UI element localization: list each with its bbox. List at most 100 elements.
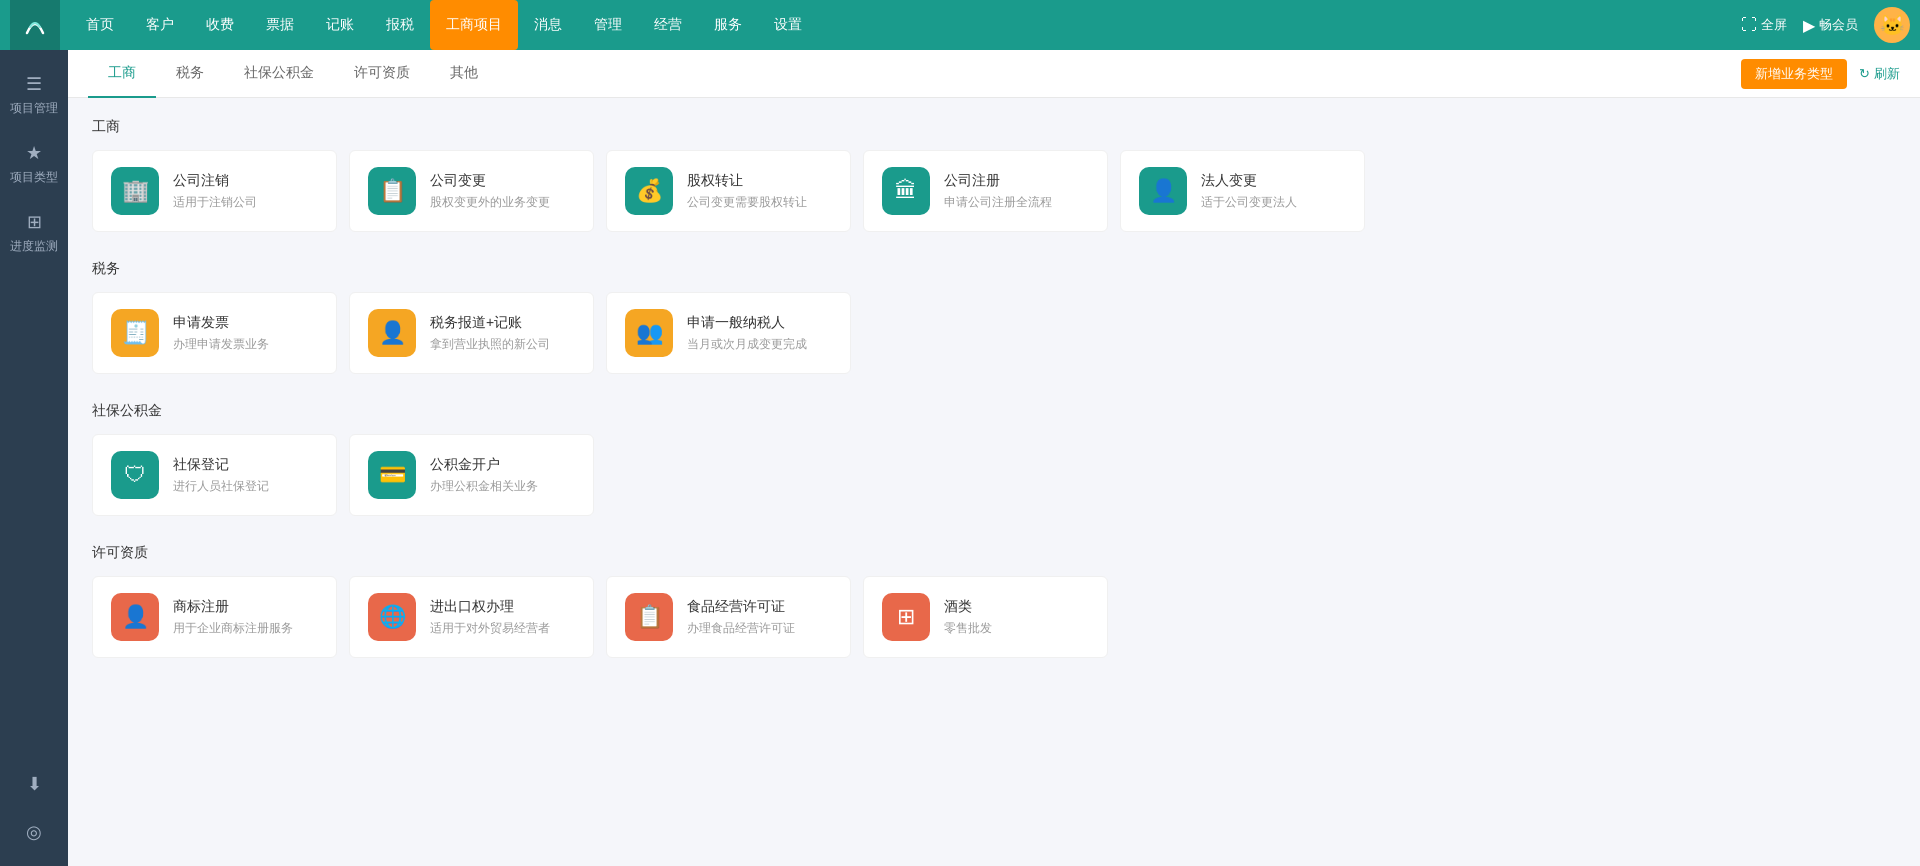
card-desc-2-1: 办理公积金相关业务 [430,478,575,495]
card-2-1[interactable]: 💳公积金开户办理公积金相关业务 [349,434,594,516]
cards-grid-3: 👤商标注册用于企业商标注册服务 🌐 进出口权办理适用于对外贸易经营者 📋 食品经营许可证… [92,576,1896,658]
card-desc-3-3: 零售批发 [944,620,1089,637]
fullscreen-label: 全屏 [1761,16,1787,34]
refresh-button[interactable]: ↻ 刷新 [1859,65,1900,83]
nav-item-工商项目[interactable]: 工商项目 [430,0,518,50]
main-layout: ☰ 项目管理 ★ 项目类型 ⊞ 进度监测 ⬇ ◎ 工商税务社保公积金许可资质其他… [0,50,1920,866]
card-3-0[interactable]: 👤商标注册用于企业商标注册服务 [92,576,337,658]
card-icon-0-0: 🏢 [111,167,159,215]
card-title-1-0: 申请发票 [173,314,318,332]
card-3-3[interactable]: ⊞酒类零售批发 [863,576,1108,658]
card-desc-3-2: 办理食品经营许可证 [687,620,832,637]
card-info-0-4: 法人变更适于公司变更法人 [1201,172,1346,211]
nav-item-服务[interactable]: 服务 [698,0,758,50]
nav-item-记账[interactable]: 记账 [310,0,370,50]
nav-item-管理[interactable]: 管理 [578,0,638,50]
card-0-4[interactable]: 👤 法人变更适于公司变更法人 [1120,150,1365,232]
card-0-2[interactable]: 💰 股权转让公司变更需要股权转让 [606,150,851,232]
card-info-0-3: 公司注册申请公司注册全流程 [944,172,1089,211]
card-icon-3-3: ⊞ [882,593,930,641]
sidebar-label-progress-monitor: 进度监测 [10,238,58,255]
sidebar-item-project-type[interactable]: ★ 项目类型 [0,129,68,198]
download-icon: ⬇ [22,772,46,796]
card-desc-3-0: 用于企业商标注册服务 [173,620,318,637]
nav-item-报税[interactable]: 报税 [370,0,430,50]
nav-right: ⛶ 全屏 ▶ 畅会员 🐱 [1741,7,1910,43]
sidebar-settings-button[interactable]: ◎ [0,808,68,856]
card-title-1-2: 申请一般纳税人 [687,314,832,332]
list-icon: ☰ [22,72,46,96]
card-icon-2-0: 🛡 [111,451,159,499]
nav-item-票据[interactable]: 票据 [250,0,310,50]
nav-item-客户[interactable]: 客户 [130,0,190,50]
card-icon-0-4: 👤 [1139,167,1187,215]
nav-items-list: 首页客户收费票据记账报税工商项目消息管理经营服务设置 [70,0,1741,50]
tab-社保公积金[interactable]: 社保公积金 [224,50,334,98]
card-icon-1-0: 🧾 [111,309,159,357]
sidebar-item-progress-monitor[interactable]: ⊞ 进度监测 [0,198,68,267]
card-info-0-2: 股权转让公司变更需要股权转让 [687,172,832,211]
card-icon-3-2: 📋 [625,593,673,641]
section-title-2: 社保公积金 [92,402,1896,420]
tab-许可资质[interactable]: 许可资质 [334,50,430,98]
sidebar-download-button[interactable]: ⬇ [0,760,68,808]
card-title-0-2: 股权转让 [687,172,832,190]
content-scroll[interactable]: 工商 🏢 公司注销适用于注销公司 📋 公司变更股权变更外的业务变更 💰 股权转让公司变更需要… [68,98,1920,866]
card-info-0-1: 公司变更股权变更外的业务变更 [430,172,575,211]
cards-grid-2: 🛡社保登记进行人员社保登记💳公积金开户办理公积金相关业务 [92,434,1896,516]
grid-icon: ⊞ [22,210,46,234]
card-title-1-1: 税务报道+记账 [430,314,575,332]
card-info-1-0: 申请发票办理申请发票业务 [173,314,318,353]
card-0-0[interactable]: 🏢 公司注销适用于注销公司 [92,150,337,232]
nav-item-首页[interactable]: 首页 [70,0,130,50]
card-info-0-0: 公司注销适用于注销公司 [173,172,318,211]
nav-item-消息[interactable]: 消息 [518,0,578,50]
card-title-2-0: 社保登记 [173,456,318,474]
card-desc-1-0: 办理申请发票业务 [173,336,318,353]
sidebar-item-project-management[interactable]: ☰ 项目管理 [0,60,68,129]
card-title-3-1: 进出口权办理 [430,598,575,616]
card-0-3[interactable]: 🏛 公司注册申请公司注册全流程 [863,150,1108,232]
card-icon-3-1: 🌐 [368,593,416,641]
card-icon-0-2: 💰 [625,167,673,215]
card-1-2[interactable]: 👥申请一般纳税人当月或次月成变更完成 [606,292,851,374]
card-2-0[interactable]: 🛡 社保登记进行人员社保登记 [92,434,337,516]
card-info-3-2: 食品经营许可证办理食品经营许可证 [687,598,832,637]
section-title-0: 工商 [92,118,1896,136]
tab-actions: 新增业务类型 ↻ 刷新 [1741,59,1900,89]
tab-其他[interactable]: 其他 [430,50,498,98]
new-type-button[interactable]: 新增业务类型 [1741,59,1847,89]
card-icon-3-0: 👤 [111,593,159,641]
card-title-0-3: 公司注册 [944,172,1089,190]
fullscreen-button[interactable]: ⛶ 全屏 [1741,16,1787,34]
card-desc-0-0: 适用于注销公司 [173,194,318,211]
card-info-2-0: 社保登记进行人员社保登记 [173,456,318,495]
card-icon-0-3: 🏛 [882,167,930,215]
nav-item-设置[interactable]: 设置 [758,0,818,50]
cards-grid-0: 🏢公司注销适用于注销公司📋公司变更股权变更外的业务变更💰股权转让公司变更需要股权… [92,150,1896,232]
card-info-3-1: 进出口权办理适用于对外贸易经营者 [430,598,575,637]
card-info-1-1: 税务报道+记账拿到营业执照的新公司 [430,314,575,353]
card-3-2[interactable]: 📋 食品经营许可证办理食品经营许可证 [606,576,851,658]
card-title-2-1: 公积金开户 [430,456,575,474]
tab-工商[interactable]: 工商 [88,50,156,98]
nav-item-收费[interactable]: 收费 [190,0,250,50]
card-desc-2-0: 进行人员社保登记 [173,478,318,495]
tab-税务[interactable]: 税务 [156,50,224,98]
vip-button[interactable]: ▶ 畅会员 [1803,16,1858,35]
card-title-0-0: 公司注销 [173,172,318,190]
card-desc-0-1: 股权变更外的业务变更 [430,194,575,211]
content-area: 工商税务社保公积金许可资质其他 新增业务类型↻ 刷新 工商🏢公司注销适用于注销公… [68,50,1920,866]
card-1-0[interactable]: 🧾 申请发票办理申请发票业务 [92,292,337,374]
card-3-1[interactable]: 🌐 进出口权办理适用于对外贸易经营者 [349,576,594,658]
card-title-0-1: 公司变更 [430,172,575,190]
card-desc-0-2: 公司变更需要股权转让 [687,194,832,211]
top-navigation: 首页客户收费票据记账报税工商项目消息管理经营服务设置 ⛶ 全屏 ▶ 畅会员 🐱 [0,0,1920,50]
card-desc-0-3: 申请公司注册全流程 [944,194,1089,211]
section-title-3: 许可资质 [92,544,1896,562]
card-0-1[interactable]: 📋公司变更股权变更外的业务变更 [349,150,594,232]
card-desc-1-1: 拿到营业执照的新公司 [430,336,575,353]
nav-item-经营[interactable]: 经营 [638,0,698,50]
card-1-1[interactable]: 👤税务报道+记账拿到营业执照的新公司 [349,292,594,374]
card-icon-1-2: 👥 [625,309,673,357]
